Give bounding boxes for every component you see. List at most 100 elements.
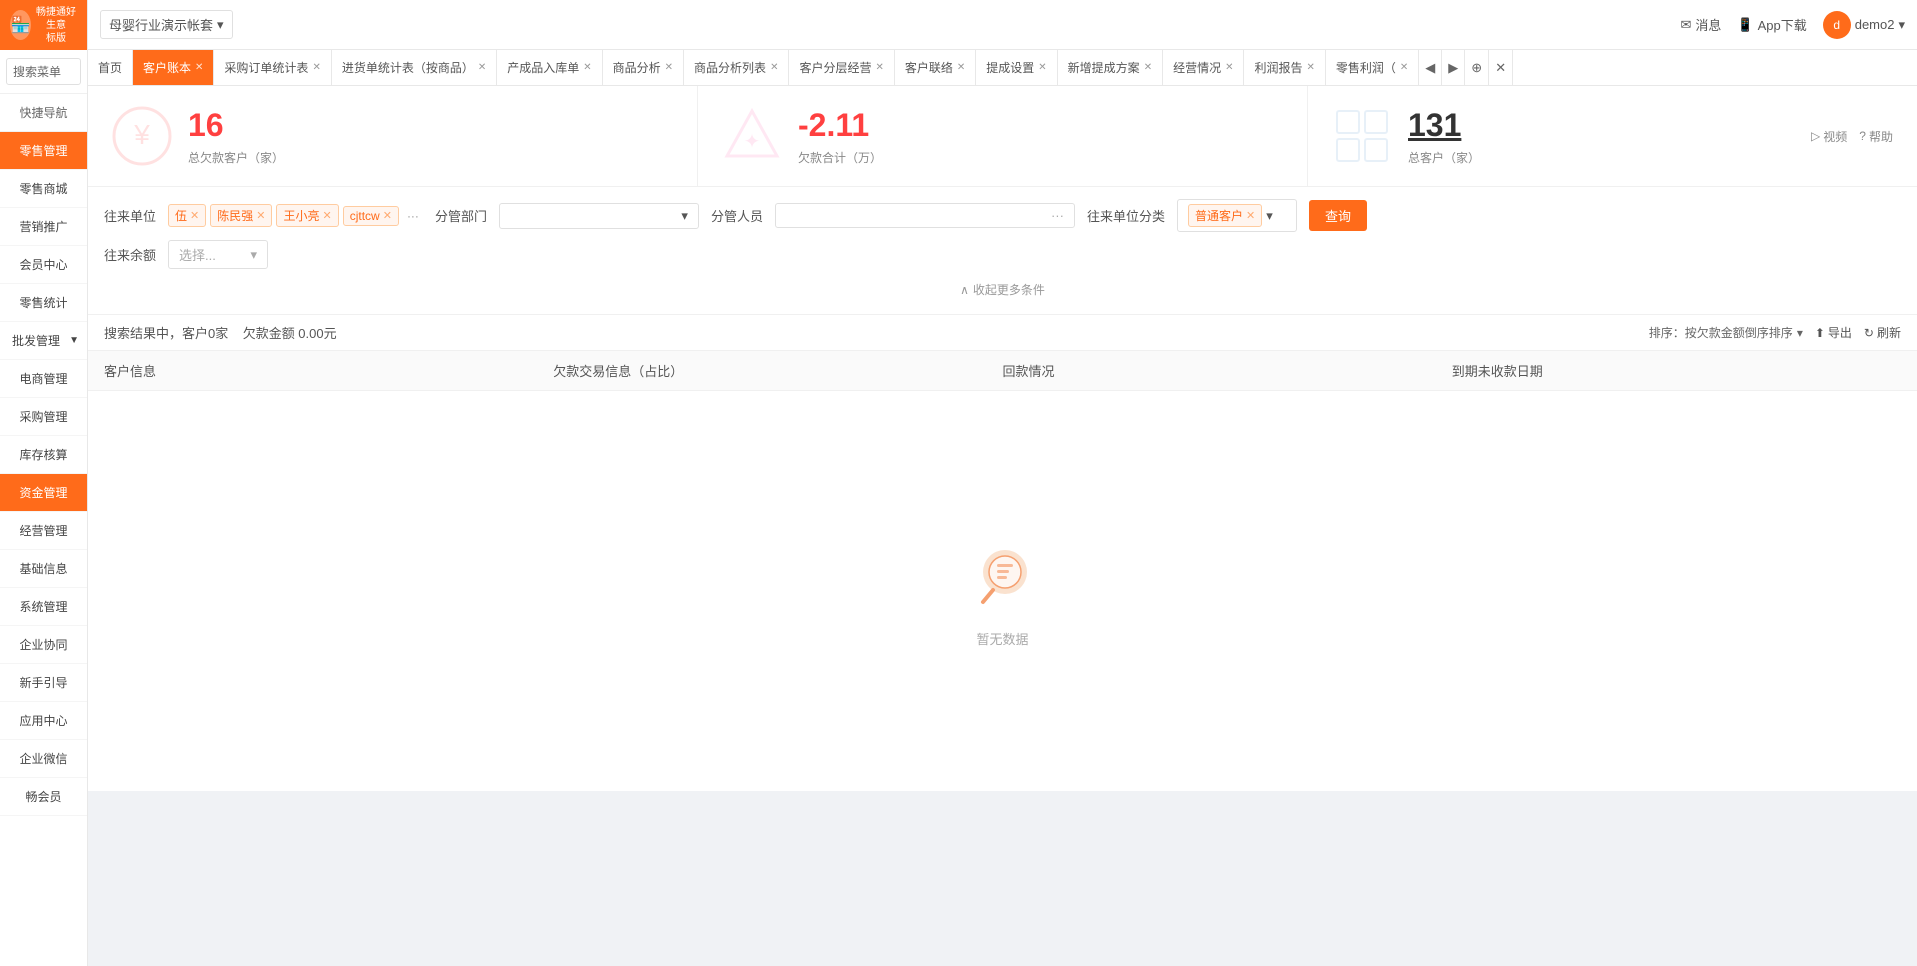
tab-close-icon[interactable]: ✕ — [583, 62, 591, 73]
sidebar-item-inventory[interactable]: 库存核算 — [0, 436, 87, 474]
sidebar-item-member-center[interactable]: 会员中心 — [0, 246, 87, 284]
tab-close-icon[interactable]: ✕ — [770, 62, 778, 73]
filter-tag-wu[interactable]: 伍 ✕ — [168, 204, 206, 227]
tab-profit-report[interactable]: 利润报告 ✕ — [1244, 50, 1325, 86]
sidebar-item-retail-mall[interactable]: 零售商城 — [0, 170, 87, 208]
tab-scroll-left[interactable]: ◀ — [1419, 50, 1442, 86]
app-download-button[interactable]: 📱 App下载 — [1737, 15, 1806, 34]
tab-customer-contact[interactable]: 客户联络 ✕ — [895, 50, 976, 86]
table-header: 客户信息 欠款交易信息（占比） 回款情况 到期未收款日期 — [88, 351, 1917, 391]
sidebar-item-new-guide[interactable]: 新手引导 — [0, 664, 87, 702]
sidebar-item-operation-mgmt[interactable]: 经营管理 — [0, 512, 87, 550]
quick-nav-button[interactable]: 快捷导航 — [6, 100, 81, 125]
tab-customer-ledger[interactable]: 客户账本 ✕ — [133, 50, 214, 86]
remove-tag-chen[interactable]: ✕ — [256, 209, 265, 222]
tab-expand[interactable]: ⊕ — [1465, 50, 1489, 86]
people-select[interactable]: ··· — [775, 203, 1075, 228]
video-link[interactable]: ▷ 视频 — [1811, 128, 1847, 145]
search-menu-button[interactable]: 搜索菜单 — [6, 58, 81, 85]
filter-more-btn[interactable]: ··· — [403, 207, 423, 225]
tab-close-icon[interactable]: ✕ — [1307, 62, 1315, 73]
people-label: 分管人员 — [711, 206, 763, 225]
remove-tag-wang[interactable]: ✕ — [323, 209, 332, 222]
unit-class-select[interactable]: 普通客户 ✕ ▾ — [1177, 199, 1297, 232]
sidebar-item-wholesale-mgmt[interactable]: 批发管理 ▼ — [0, 322, 87, 360]
sort-selector[interactable]: 排序：按欠款金额倒序排序 ▾ — [1649, 324, 1803, 341]
tab-close-all[interactable]: ✕ — [1489, 50, 1513, 86]
sidebar-item-member[interactable]: 畅会员 — [0, 778, 87, 816]
tab-close-icon[interactable]: ✕ — [1144, 62, 1152, 73]
remove-tag-cjttcw[interactable]: ✕ — [383, 209, 392, 222]
sidebar-item-retail-mgmt[interactable]: 零售管理 — [0, 132, 87, 170]
sidebar-item-finance[interactable]: 资金管理 — [0, 474, 87, 512]
tab-close-icon[interactable]: ✕ — [957, 62, 965, 73]
sidebar-item-system[interactable]: 系统管理 — [0, 588, 87, 626]
help-link[interactable]: ? 帮助 — [1859, 128, 1893, 145]
sidebar-item-app-center[interactable]: 应用中心 — [0, 702, 87, 740]
arrow-down-icon: ▼ — [69, 335, 79, 346]
tab-commission-settings[interactable]: 提成设置 ✕ — [976, 50, 1057, 86]
sidebar-item-ecommerce[interactable]: 电商管理 — [0, 360, 87, 398]
tab-product-inbound[interactable]: 产成品入库单 ✕ — [497, 50, 602, 86]
sidebar-item-basic-info[interactable]: 基础信息 — [0, 550, 87, 588]
tab-close-icon[interactable]: ✕ — [665, 62, 673, 73]
remove-tag-wu[interactable]: ✕ — [190, 209, 199, 222]
tab-close-icon[interactable]: ✕ — [1225, 62, 1233, 73]
tab-close-icon[interactable]: ✕ — [1038, 62, 1046, 73]
remove-unit-class-tag[interactable]: ✕ — [1246, 209, 1255, 222]
search-button[interactable]: 查询 — [1309, 200, 1367, 231]
user-menu[interactable]: d demo2 ▾ — [1823, 11, 1905, 39]
tab-home[interactable]: 首页 — [88, 50, 133, 86]
tab-close-icon[interactable]: ✕ — [1400, 62, 1408, 73]
stat-content-debt: -2.11 欠款合计（万） — [798, 106, 1283, 165]
account-selector[interactable]: 母婴行业演示帐套 ▾ — [100, 10, 233, 39]
sidebar-item-enterprise-collab[interactable]: 企业协同 — [0, 626, 87, 664]
tab-close-icon[interactable]: ✕ — [312, 62, 320, 73]
filter-tag-cjttcw[interactable]: cjttcw ✕ — [343, 206, 399, 226]
unit-class-tag: 普通客户 ✕ — [1188, 204, 1262, 227]
dept-select[interactable]: ▾ — [499, 203, 699, 229]
filter-tag-wang[interactable]: 王小亮 ✕ — [276, 204, 338, 227]
tab-inbound-stats[interactable]: 进货单统计表（按商品） ✕ — [332, 50, 497, 86]
message-button[interactable]: ✉ 消息 — [1680, 15, 1721, 34]
dept-label: 分管部门 — [435, 206, 487, 225]
more-icon: ··· — [1051, 208, 1064, 223]
col-repayment: 回款情况 — [1003, 361, 1452, 380]
sidebar-item-marketing[interactable]: 营销推广 — [0, 208, 87, 246]
stat-value-customers: 16 — [188, 106, 673, 144]
result-info: 搜索结果中，客户0家 欠款金额 0.00元 — [104, 323, 337, 342]
refresh-icon: ↻ — [1864, 326, 1874, 340]
debt-stat-icon: ✦ — [722, 106, 782, 166]
result-actions: 排序：按欠款金额倒序排序 ▾ ⬆ 导出 ↻ 刷新 — [1649, 324, 1901, 341]
sidebar-item-retail-stats[interactable]: 零售统计 — [0, 284, 87, 322]
stat-value-total: 131 — [1408, 106, 1795, 144]
logo-icon: 🏪 — [10, 10, 31, 40]
filter-tag-chen[interactable]: 陈民强 ✕ — [210, 204, 272, 227]
tab-close-icon[interactable]: ✕ — [195, 62, 203, 73]
col-debt-info: 欠款交易信息（占比） — [553, 361, 1002, 380]
stats-row: ¥ 16 总欠款客户（家） ✦ — [88, 86, 1917, 187]
refresh-button[interactable]: ↻ 刷新 — [1864, 324, 1901, 341]
tab-close-icon[interactable]: ✕ — [478, 62, 486, 73]
sidebar-item-enterprise-wechat[interactable]: 企业微信 — [0, 740, 87, 778]
customer-stat-icon: ¥ — [112, 106, 172, 166]
collapse-filter-btn[interactable]: ∧ 收起更多条件 — [104, 277, 1901, 302]
logo-area: 🏪 畅捷通好生意 标版 — [0, 0, 87, 50]
balance-select[interactable]: 选择... ▾ — [168, 240, 268, 269]
tab-product-analysis-list[interactable]: 商品分析列表 ✕ — [684, 50, 789, 86]
tab-retail-profit[interactable]: 零售利润（ ✕ — [1326, 50, 1419, 86]
export-button[interactable]: ⬆ 导出 — [1815, 324, 1852, 341]
tab-purchase-stats[interactable]: 采购订单统计表 ✕ — [214, 50, 331, 86]
tab-scroll-right[interactable]: ▶ — [1442, 50, 1465, 86]
tab-add-commission[interactable]: 新增提成方案 ✕ — [1058, 50, 1163, 86]
tab-product-analysis[interactable]: 商品分析 ✕ — [603, 50, 684, 86]
tab-customer-tier[interactable]: 客户分层经营 ✕ — [789, 50, 894, 86]
sidebar-item-purchase-mgmt[interactable]: 采购管理 — [0, 398, 87, 436]
col-customer-info: 客户信息 — [104, 361, 553, 380]
total-customer-icon — [1332, 106, 1392, 166]
tab-close-icon[interactable]: ✕ — [875, 62, 883, 73]
topbar: 母婴行业演示帐套 ▾ ✉ 消息 📱 App下载 d demo2 ▾ — [88, 0, 1917, 50]
user-avatar: d — [1823, 11, 1851, 39]
tab-operation-status[interactable]: 经营情况 ✕ — [1163, 50, 1244, 86]
quick-nav-area: 快捷导航 — [0, 94, 87, 132]
